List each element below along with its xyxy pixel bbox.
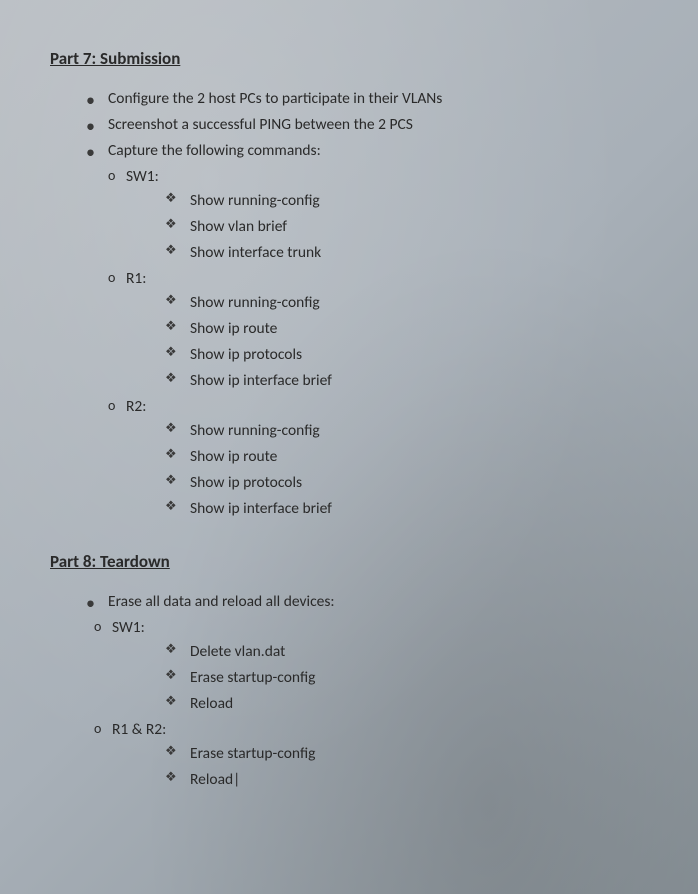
bullet-item: Configure the 2 host PCs to participate …	[108, 87, 648, 111]
command-list: Show running-config Show ip route Show i…	[190, 291, 648, 393]
device-label-sw1: SW1:	[126, 165, 648, 189]
command-item: Reload|	[190, 768, 648, 792]
command-list: Show running-config Show ip route Show i…	[190, 419, 648, 521]
command-item: Show vlan brief	[190, 215, 648, 239]
command-list: Erase startup-config Reload|	[190, 742, 648, 792]
device-label-r1r2-teardown: R1 & R2:	[112, 718, 648, 742]
command-item: Show ip interface brief	[190, 369, 648, 393]
bullet-item: Capture the following commands:	[108, 139, 648, 163]
command-item: Show ip interface brief	[190, 497, 648, 521]
command-item: Show running-config	[190, 291, 648, 315]
command-item: Show ip protocols	[190, 471, 648, 495]
bullet-item: Screenshot a successful PING between the…	[108, 113, 648, 137]
device-label-r2: R2:	[126, 395, 648, 419]
part8-bullet-list: Erase all data and reload all devices:	[108, 590, 648, 614]
command-item: Show ip protocols	[190, 343, 648, 367]
command-item: Show ip route	[190, 445, 648, 469]
part8-heading: Part 8: Teardown	[50, 551, 648, 572]
device-label-sw1-teardown: SW1:	[112, 616, 648, 640]
device-label-r1: R1:	[126, 267, 648, 291]
command-item: Show interface trunk	[190, 241, 648, 265]
command-item: Erase startup-config	[190, 742, 648, 766]
part7-bullet-list: Configure the 2 host PCs to participate …	[108, 87, 648, 163]
bullet-item: Erase all data and reload all devices:	[108, 590, 648, 614]
command-item: Show running-config	[190, 189, 648, 213]
command-item: Show ip route	[190, 317, 648, 341]
command-item: Erase startup-config	[190, 666, 648, 690]
command-list: Show running-config Show vlan brief Show…	[190, 189, 648, 265]
part7-heading: Part 7: Submission	[50, 48, 648, 69]
command-list: Delete vlan.dat Erase startup-config Rel…	[190, 640, 648, 716]
command-item: Show running-config	[190, 419, 648, 443]
command-item: Reload	[190, 692, 648, 716]
command-item: Delete vlan.dat	[190, 640, 648, 664]
document-page: Part 7: Submission Configure the 2 host …	[50, 48, 648, 792]
